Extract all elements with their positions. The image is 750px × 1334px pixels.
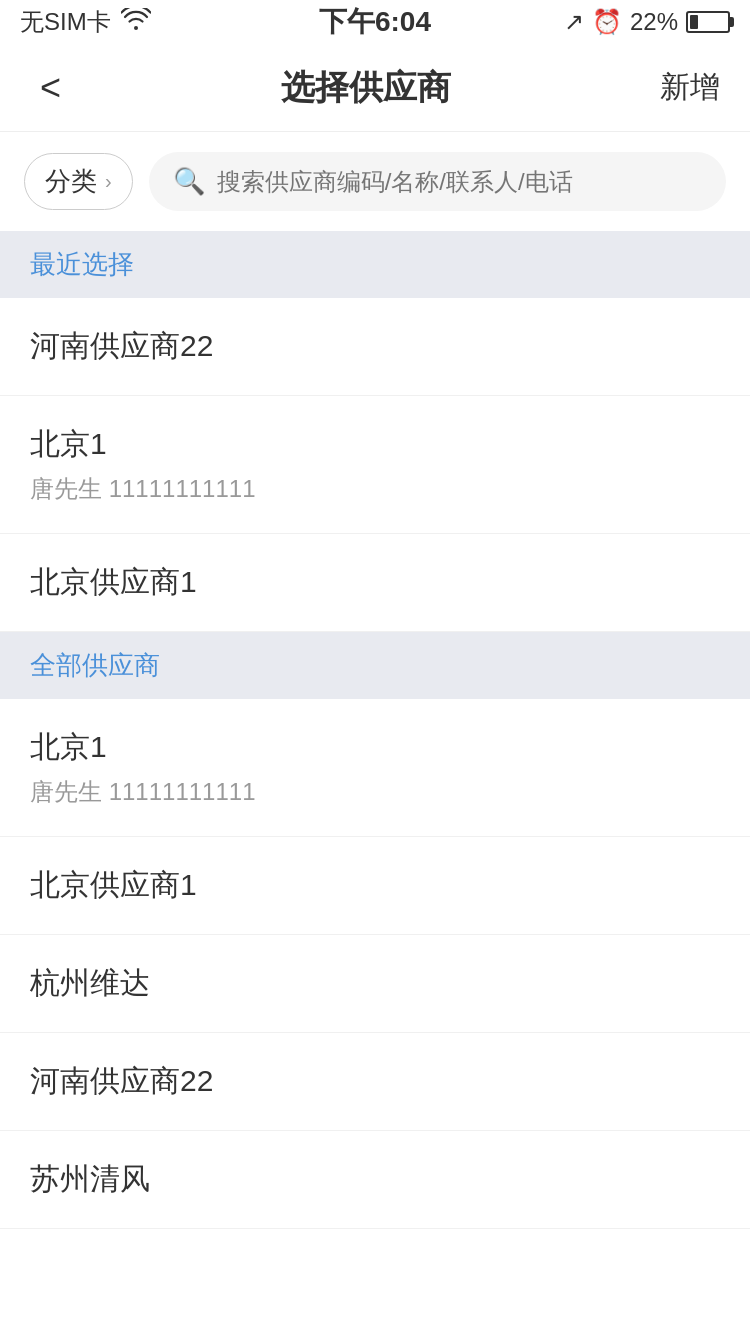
item-name: 北京供应商1 [30, 865, 720, 906]
location-icon: ↗ [564, 8, 584, 36]
chevron-right-icon: › [105, 170, 112, 193]
back-button[interactable]: < [30, 57, 71, 119]
battery-fill [690, 15, 698, 29]
list-item[interactable]: 北京供应商1 [0, 534, 750, 632]
alarm-icon: ⏰ [592, 8, 622, 36]
search-input[interactable] [217, 168, 702, 196]
status-time: 下午6:04 [319, 3, 431, 41]
no-sim-text: 无SIM卡 [20, 6, 111, 38]
list-item[interactable]: 北京1 唐先生 11111111111 [0, 699, 750, 837]
wifi-icon [121, 8, 151, 36]
page-title: 选择供应商 [281, 65, 451, 111]
item-name: 北京供应商1 [30, 562, 720, 603]
status-right: ↗ ⏰ 22% [564, 8, 730, 36]
item-name: 苏州清风 [30, 1159, 720, 1200]
list-item[interactable]: 河南供应商22 [0, 1033, 750, 1131]
sections-container: 最近选择河南供应商22 北京1 唐先生 11111111111 北京供应商1 全部供应商… [0, 231, 750, 1229]
search-area: 分类 › 🔍 [0, 132, 750, 231]
item-sub: 唐先生 11111111111 [30, 776, 720, 808]
item-name: 河南供应商22 [30, 326, 720, 367]
category-label: 分类 [45, 164, 97, 199]
list-item[interactable]: 北京1 唐先生 11111111111 [0, 396, 750, 534]
section-header-recent: 最近选择 [0, 231, 750, 298]
search-icon: 🔍 [173, 166, 205, 197]
item-name: 杭州维达 [30, 963, 720, 1004]
nav-bar: < 选择供应商 新增 [0, 44, 750, 132]
section-header-all: 全部供应商 [0, 632, 750, 699]
list-item[interactable]: 河南供应商22 [0, 298, 750, 396]
battery-pct: 22% [630, 8, 678, 36]
list-item[interactable]: 苏州清风 [0, 1131, 750, 1229]
item-name: 北京1 [30, 727, 720, 768]
item-name: 河南供应商22 [30, 1061, 720, 1102]
list-item[interactable]: 杭州维达 [0, 935, 750, 1033]
battery-icon [686, 11, 730, 33]
list-item[interactable]: 北京供应商1 [0, 837, 750, 935]
status-bar: 无SIM卡 下午6:04 ↗ ⏰ 22% [0, 0, 750, 44]
add-button[interactable]: 新增 [660, 67, 720, 108]
search-box: 🔍 [149, 152, 726, 211]
category-filter-button[interactable]: 分类 › [24, 153, 133, 210]
item-name: 北京1 [30, 424, 720, 465]
item-sub: 唐先生 11111111111 [30, 473, 720, 505]
status-left: 无SIM卡 [20, 6, 151, 38]
